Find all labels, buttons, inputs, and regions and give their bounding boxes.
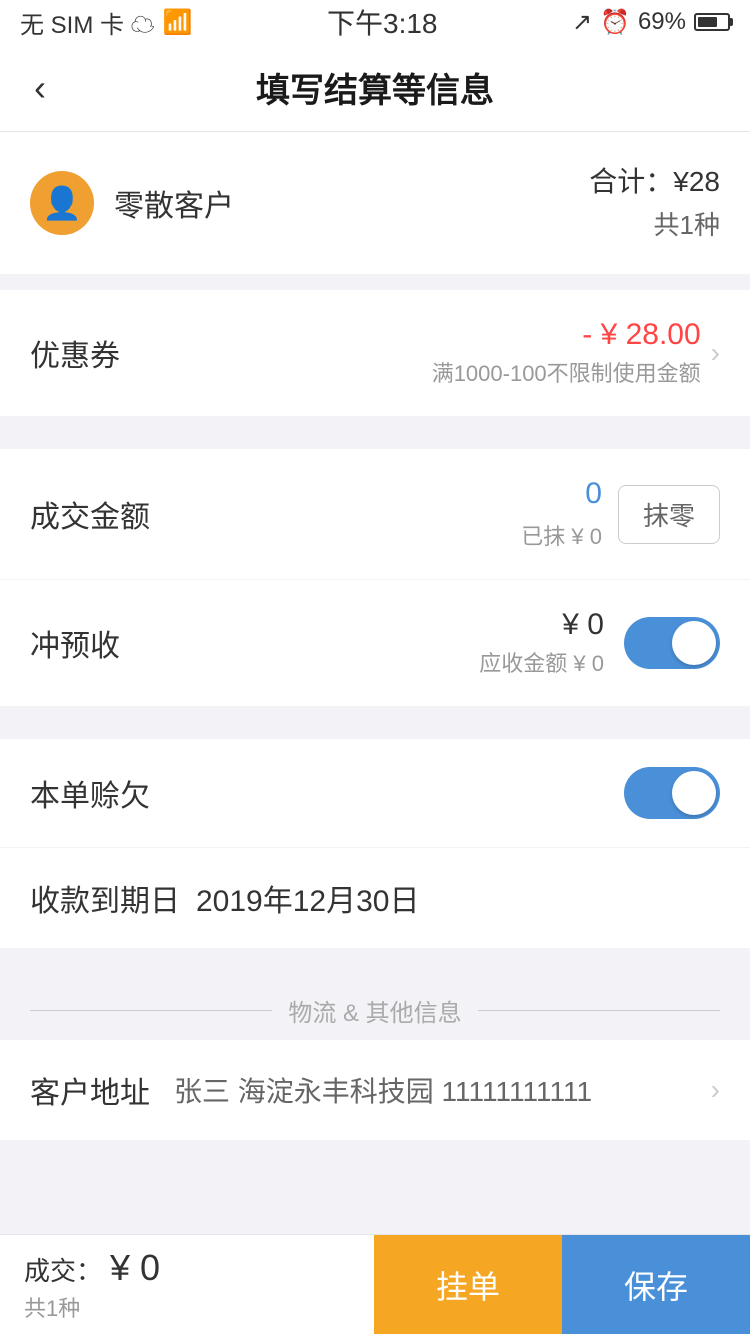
debt-toggle[interactable] — [624, 767, 720, 819]
coupon-right: - ¥ 28.00 满1000-100不限制使用金额 › — [432, 318, 720, 388]
divider-3 — [0, 964, 750, 980]
location-icon: ↗ — [572, 8, 592, 37]
battery-percent: 69% — [638, 8, 686, 36]
address-section[interactable]: 客户地址 张三 海淀永丰科技园 11111111111 › — [0, 1040, 750, 1140]
customer-total: 合计：¥28 共1种 — [589, 160, 720, 246]
due-date-row: 收款到期日 2019年12月30日 — [0, 847, 750, 948]
tx-col: 0 已抹 ¥ 0 — [521, 477, 602, 551]
due-date-value: 2019年12月30日 — [196, 876, 419, 920]
coupon-section[interactable]: 优惠券 - ¥ 28.00 满1000-100不限制使用金额 › — [0, 290, 750, 417]
logistics-divider: 物流 & 其他信息 — [0, 980, 750, 1040]
bottom-summary-amount: ¥ 0 — [110, 1247, 160, 1289]
transaction-sub: 已抹 ¥ 0 — [521, 519, 602, 551]
address-chevron-icon: › — [711, 1074, 720, 1106]
address-label: 客户地址 — [30, 1068, 150, 1112]
status-time: 下午3:18 — [327, 2, 438, 42]
coupon-amount: - ¥ 28.00 — [432, 318, 701, 352]
customer-name: 零散客户 — [114, 181, 589, 225]
precollect-val-col: ¥ 0 应收金额 ¥ 0 — [479, 608, 604, 678]
bottom-summary-top: 成交： ¥ 0 — [24, 1247, 350, 1289]
hold-button[interactable]: 挂单 — [374, 1235, 562, 1334]
divider-2 — [0, 723, 750, 739]
precollect-toggle[interactable] — [624, 617, 720, 669]
precollect-right: ¥ 0 应收金额 ¥ 0 — [479, 608, 720, 678]
save-button[interactable]: 保存 — [562, 1235, 750, 1334]
precollect-sub: 应收金额 ¥ 0 — [479, 646, 604, 678]
wifi-icon: 📶 — [163, 8, 193, 37]
divider-line-left — [30, 1010, 272, 1011]
logistics-text: 物流 & 其他信息 — [288, 993, 461, 1028]
debt-toggle-knob — [672, 771, 716, 815]
customer-section: 👤 零散客户 合计：¥28 共1种 — [0, 132, 750, 274]
transaction-row: 成交金额 0 已抹 ¥ 0 抹零 — [0, 449, 750, 580]
person-icon: 👤 — [42, 184, 82, 222]
debt-section: 本单赊欠 收款到期日 2019年12月30日 — [0, 739, 750, 948]
coupon-row[interactable]: 优惠券 - ¥ 28.00 满1000-100不限制使用金额 › — [0, 290, 750, 417]
precollect-amount: ¥ 0 — [479, 608, 604, 642]
precollect-label: 冲预收 — [30, 621, 479, 665]
status-bar: 无 SIM 卡 ☁ 📶 下午3:18 ↗ ⏰ 69% — [0, 0, 750, 44]
divider-line-right — [478, 1010, 720, 1011]
signal-text: 无 SIM 卡 ☁ — [20, 5, 155, 40]
bottom-summary: 成交： ¥ 0 共1种 — [0, 1235, 374, 1334]
bottom-summary-label: 成交： — [24, 1251, 102, 1288]
coupon-value-block: - ¥ 28.00 满1000-100不限制使用金额 — [432, 318, 701, 388]
address-value: 张三 海淀永丰科技园 11111111111 — [174, 1070, 711, 1110]
coupon-label: 优惠券 — [30, 331, 432, 375]
bottom-bar: 成交： ¥ 0 共1种 挂单 保存 — [0, 1234, 750, 1334]
customer-row: 👤 零散客户 合计：¥28 共1种 — [0, 132, 750, 274]
divider-1 — [0, 433, 750, 449]
status-left: 无 SIM 卡 ☁ 📶 — [20, 5, 193, 40]
total-amount: 合计：¥28 — [589, 160, 720, 205]
transaction-label: 成交金额 — [30, 492, 521, 536]
alarm-icon: ⏰ — [600, 8, 630, 37]
back-button[interactable]: ‹ — [24, 57, 56, 119]
page-title: 填写结算等信息 — [256, 63, 494, 112]
toggle-knob — [672, 621, 716, 665]
transaction-amount: 0 — [585, 477, 602, 511]
logistics-divider-line: 物流 & 其他信息 — [0, 993, 750, 1028]
debt-row: 本单赊欠 — [0, 739, 750, 847]
precollect-row: 冲预收 ¥ 0 应收金额 ¥ 0 — [0, 580, 750, 707]
coupon-desc: 满1000-100不限制使用金额 — [432, 356, 701, 388]
transaction-right: 0 已抹 ¥ 0 抹零 — [521, 477, 720, 551]
nav-bar: ‹ 填写结算等信息 — [0, 44, 750, 132]
content-area: 👤 零散客户 合计：¥28 共1种 优惠券 - ¥ 28.00 满1000-10… — [0, 132, 750, 1298]
bottom-summary-count: 共1种 — [24, 1291, 350, 1323]
due-date-label: 收款到期日 — [30, 876, 180, 920]
round-button[interactable]: 抹零 — [618, 485, 720, 544]
debt-label: 本单赊欠 — [30, 771, 624, 815]
status-right: ↗ ⏰ 69% — [572, 8, 730, 37]
address-row[interactable]: 客户地址 张三 海淀永丰科技园 11111111111 › — [0, 1040, 750, 1140]
customer-avatar: 👤 — [30, 171, 94, 235]
chevron-right-icon: › — [711, 337, 720, 369]
bottom-spacer — [0, 1156, 750, 1188]
battery-icon — [694, 13, 730, 31]
transaction-section: 成交金额 0 已抹 ¥ 0 抹零 冲预收 ¥ 0 应收金额 ¥ 0 — [0, 449, 750, 707]
total-count: 共1种 — [589, 205, 720, 247]
